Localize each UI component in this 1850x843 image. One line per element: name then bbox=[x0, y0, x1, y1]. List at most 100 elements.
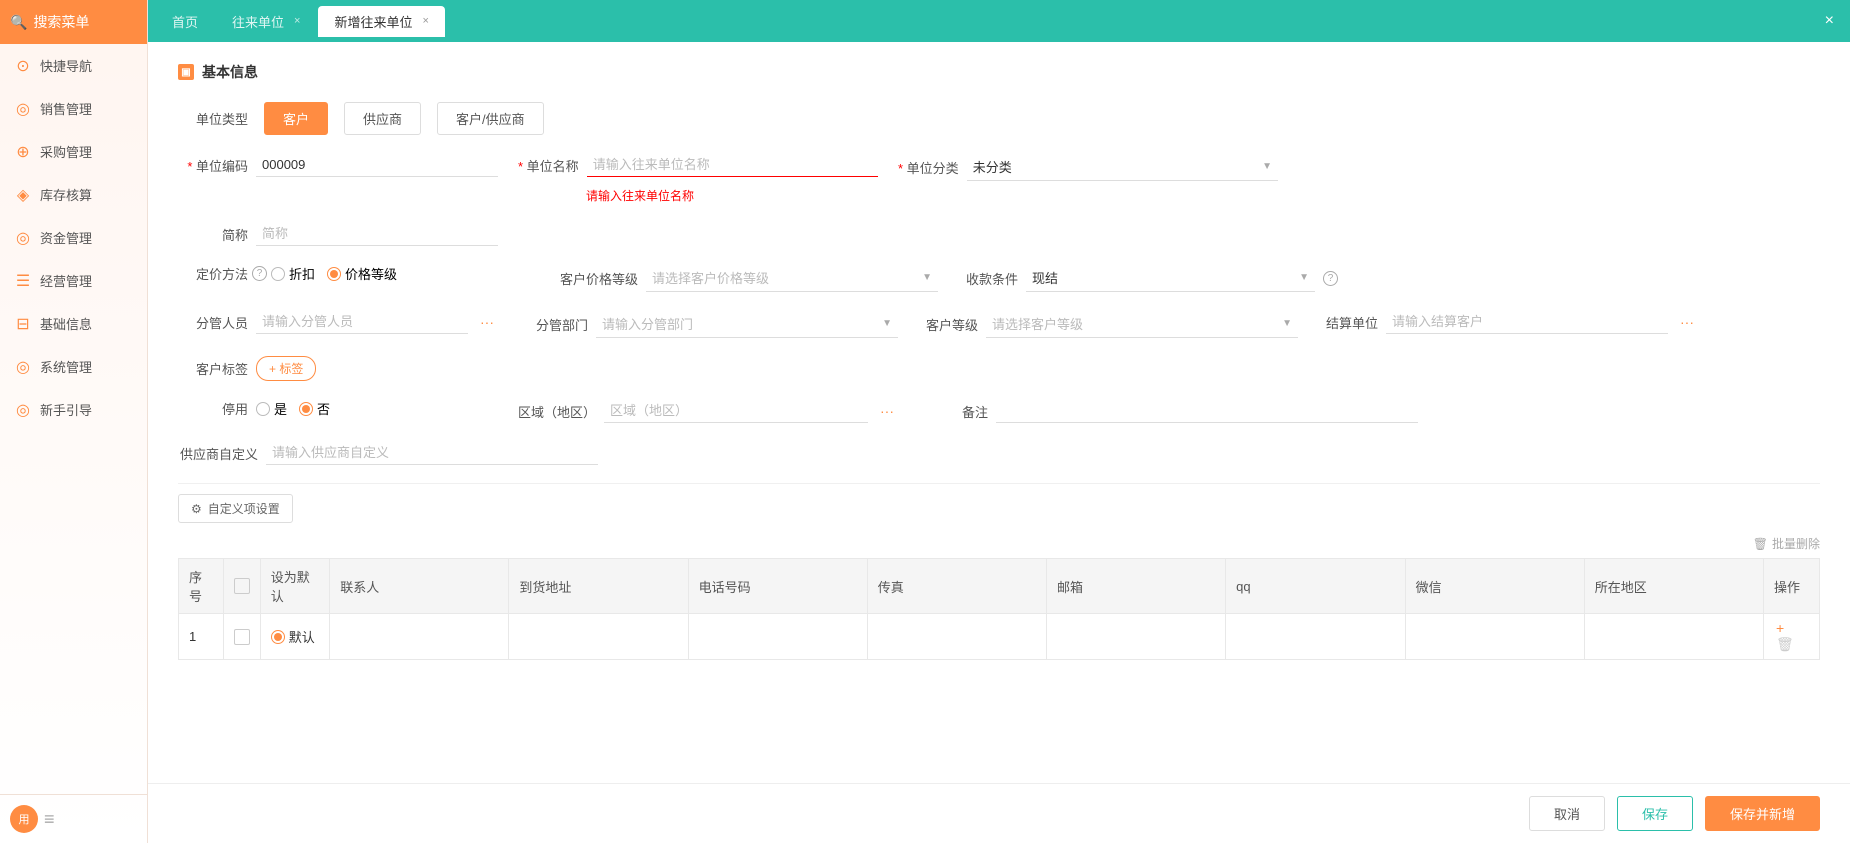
unit-code-input[interactable] bbox=[256, 153, 498, 177]
unit-category-label: 单位分类 bbox=[898, 158, 959, 177]
customer-tag-label: 客户标签 bbox=[178, 359, 248, 378]
sidebar-item-purchase[interactable]: ⊕ 采购管理 bbox=[0, 130, 147, 173]
cell-region[interactable] bbox=[1584, 614, 1763, 660]
alias-input[interactable] bbox=[256, 222, 498, 246]
row-default-radio[interactable]: 默认 bbox=[271, 627, 319, 646]
sidebar-item-system[interactable]: ◎ 系统管理 bbox=[0, 345, 147, 388]
tab-contacts[interactable]: 往来单位 × bbox=[216, 6, 316, 37]
radio-price-level[interactable]: 价格等级 bbox=[327, 264, 397, 283]
unit-name-label: 单位名称 bbox=[518, 156, 579, 175]
customer-level-select[interactable]: 请选择客户等级 ▼ bbox=[986, 310, 1298, 338]
cell-phone[interactable] bbox=[688, 614, 867, 660]
radio-no[interactable]: 否 bbox=[299, 399, 330, 418]
row-address-input[interactable] bbox=[519, 625, 677, 648]
form-content: ▣ 基本信息 单位类型 客户 供应商 客户/供应商 单位编码 单位名称 bbox=[148, 42, 1850, 783]
sidebar-item-quick-nav[interactable]: ⊙ 快捷导航 bbox=[0, 44, 147, 87]
col-email: 邮箱 bbox=[1046, 559, 1225, 614]
alias-label: 简称 bbox=[178, 225, 248, 244]
settlement-unit-input[interactable] bbox=[1386, 310, 1668, 334]
sidebar-item-label: 采购管理 bbox=[40, 142, 92, 161]
cancel-button[interactable]: 取消 bbox=[1529, 796, 1605, 831]
payment-hint-icon[interactable]: ? bbox=[1323, 271, 1338, 286]
manager-more-button[interactable]: ··· bbox=[476, 314, 498, 330]
row-qq-input[interactable] bbox=[1236, 625, 1394, 648]
radio-price-level-label: 价格等级 bbox=[345, 264, 397, 283]
settlement-unit-more-button[interactable]: ··· bbox=[1676, 314, 1698, 330]
unit-name-error: 请输入往来单位名称 bbox=[586, 187, 694, 204]
sidebar-item-inventory[interactable]: ◈ 库存核算 bbox=[0, 173, 147, 216]
remark-input[interactable] bbox=[996, 399, 1418, 423]
row-wechat-input[interactable] bbox=[1416, 625, 1574, 648]
quick-nav-icon: ⊙ bbox=[14, 57, 32, 75]
payment-terms-select[interactable]: 现结 ▼ bbox=[1026, 264, 1315, 292]
sidebar-item-label: 销售管理 bbox=[40, 99, 92, 118]
cell-contact[interactable] bbox=[330, 614, 509, 660]
tag-field: 客户标签 + 标签 bbox=[178, 356, 1820, 381]
search-menu-button[interactable]: 🔍 搜索菜单 bbox=[0, 0, 147, 44]
tabs-bar: 首页 往来单位 × 新增往来单位 × × bbox=[148, 0, 1850, 42]
custom-settings-button[interactable]: ⚙ 自定义项设置 bbox=[178, 494, 293, 523]
payment-terms-label: 收款条件 bbox=[958, 269, 1018, 288]
add-tag-button[interactable]: + 标签 bbox=[256, 356, 316, 381]
department-field: 分管部门 请输入分管部门 ▼ bbox=[518, 310, 898, 338]
row-default-inner bbox=[274, 633, 282, 641]
tabs-close-all-button[interactable]: × bbox=[1817, 8, 1842, 34]
disable-label: 停用 bbox=[178, 399, 248, 418]
radio-price-level-outer bbox=[327, 267, 341, 281]
col-phone: 电话号码 bbox=[688, 559, 867, 614]
supplier-custom-input[interactable] bbox=[266, 441, 598, 465]
type-supplier-button[interactable]: 供应商 bbox=[344, 102, 421, 135]
row-add-button[interactable]: + bbox=[1774, 620, 1786, 636]
sidebar-item-sales[interactable]: ◎ 销售管理 bbox=[0, 87, 147, 130]
tab-new-contact-close[interactable]: × bbox=[422, 15, 428, 27]
row-phone-input[interactable] bbox=[699, 625, 857, 648]
customer-price-level-select[interactable]: 请选择客户价格等级 ▼ bbox=[646, 264, 938, 292]
row-delete-button[interactable]: 🗑 bbox=[1774, 636, 1796, 652]
chevron-down-icon4: ▼ bbox=[882, 318, 892, 329]
tab-home[interactable]: 首页 bbox=[156, 6, 214, 37]
department-select[interactable]: 请输入分管部门 ▼ bbox=[596, 310, 898, 338]
manager-input[interactable] bbox=[256, 310, 468, 334]
pricing-method-label: 定价方法 bbox=[178, 264, 248, 283]
batch-delete-button[interactable]: 🗑 批量删除 bbox=[1753, 535, 1820, 552]
col-address: 到货地址 bbox=[509, 559, 688, 614]
type-customer-button[interactable]: 客户 bbox=[264, 102, 328, 135]
unit-code-field: 单位编码 bbox=[178, 153, 498, 177]
radio-discount[interactable]: 折扣 bbox=[271, 264, 315, 283]
type-both-button[interactable]: 客户/供应商 bbox=[437, 102, 544, 135]
cell-default[interactable]: 默认 bbox=[260, 614, 329, 660]
cell-fax[interactable] bbox=[867, 614, 1046, 660]
cell-address[interactable] bbox=[509, 614, 688, 660]
row-region-input[interactable] bbox=[1595, 625, 1753, 648]
region-input[interactable] bbox=[604, 399, 868, 423]
sidebar-expand-icon[interactable]: ≡ bbox=[44, 809, 55, 830]
cell-email[interactable] bbox=[1046, 614, 1225, 660]
cell-qq[interactable] bbox=[1226, 614, 1405, 660]
tab-contacts-close[interactable]: × bbox=[294, 15, 300, 27]
row-fax-input[interactable] bbox=[878, 625, 1036, 648]
payment-terms-field: 收款条件 现结 ▼ ? bbox=[958, 264, 1338, 292]
cell-wechat[interactable] bbox=[1405, 614, 1584, 660]
row-email-input[interactable] bbox=[1057, 625, 1215, 648]
row-checkbox[interactable] bbox=[234, 629, 250, 645]
unit-info-row: 单位编码 单位名称 请输入往来单位名称 单位分类 未分类 ▼ bbox=[178, 153, 1820, 204]
save-new-button[interactable]: 保存并新增 bbox=[1705, 796, 1820, 831]
save-button[interactable]: 保存 bbox=[1617, 796, 1693, 831]
radio-discount-label: 折扣 bbox=[289, 264, 315, 283]
sidebar-item-finance[interactable]: ◎ 资金管理 bbox=[0, 216, 147, 259]
manager-label: 分管人员 bbox=[178, 313, 248, 332]
sidebar-item-guide[interactable]: ◎ 新手引导 bbox=[0, 388, 147, 431]
unit-category-select[interactable]: 未分类 ▼ bbox=[967, 153, 1278, 181]
tab-new-contact[interactable]: 新增往来单位 × bbox=[318, 6, 444, 37]
sidebar-item-basic[interactable]: ⊟ 基础信息 bbox=[0, 302, 147, 345]
radio-yes[interactable]: 是 bbox=[256, 399, 287, 418]
pricing-hint-icon[interactable]: ? bbox=[252, 266, 267, 281]
sidebar-item-operations[interactable]: ☰ 经营管理 bbox=[0, 259, 147, 302]
row-default-label: 默认 bbox=[289, 627, 315, 646]
row-contact-input[interactable] bbox=[340, 625, 498, 648]
tag-row: 客户标签 + 标签 bbox=[178, 356, 1820, 381]
region-more-button[interactable]: ··· bbox=[876, 403, 898, 419]
unit-name-input[interactable] bbox=[587, 153, 878, 177]
supplier-custom-field: 供应商自定义 bbox=[178, 441, 598, 465]
select-all-checkbox[interactable] bbox=[234, 578, 250, 594]
